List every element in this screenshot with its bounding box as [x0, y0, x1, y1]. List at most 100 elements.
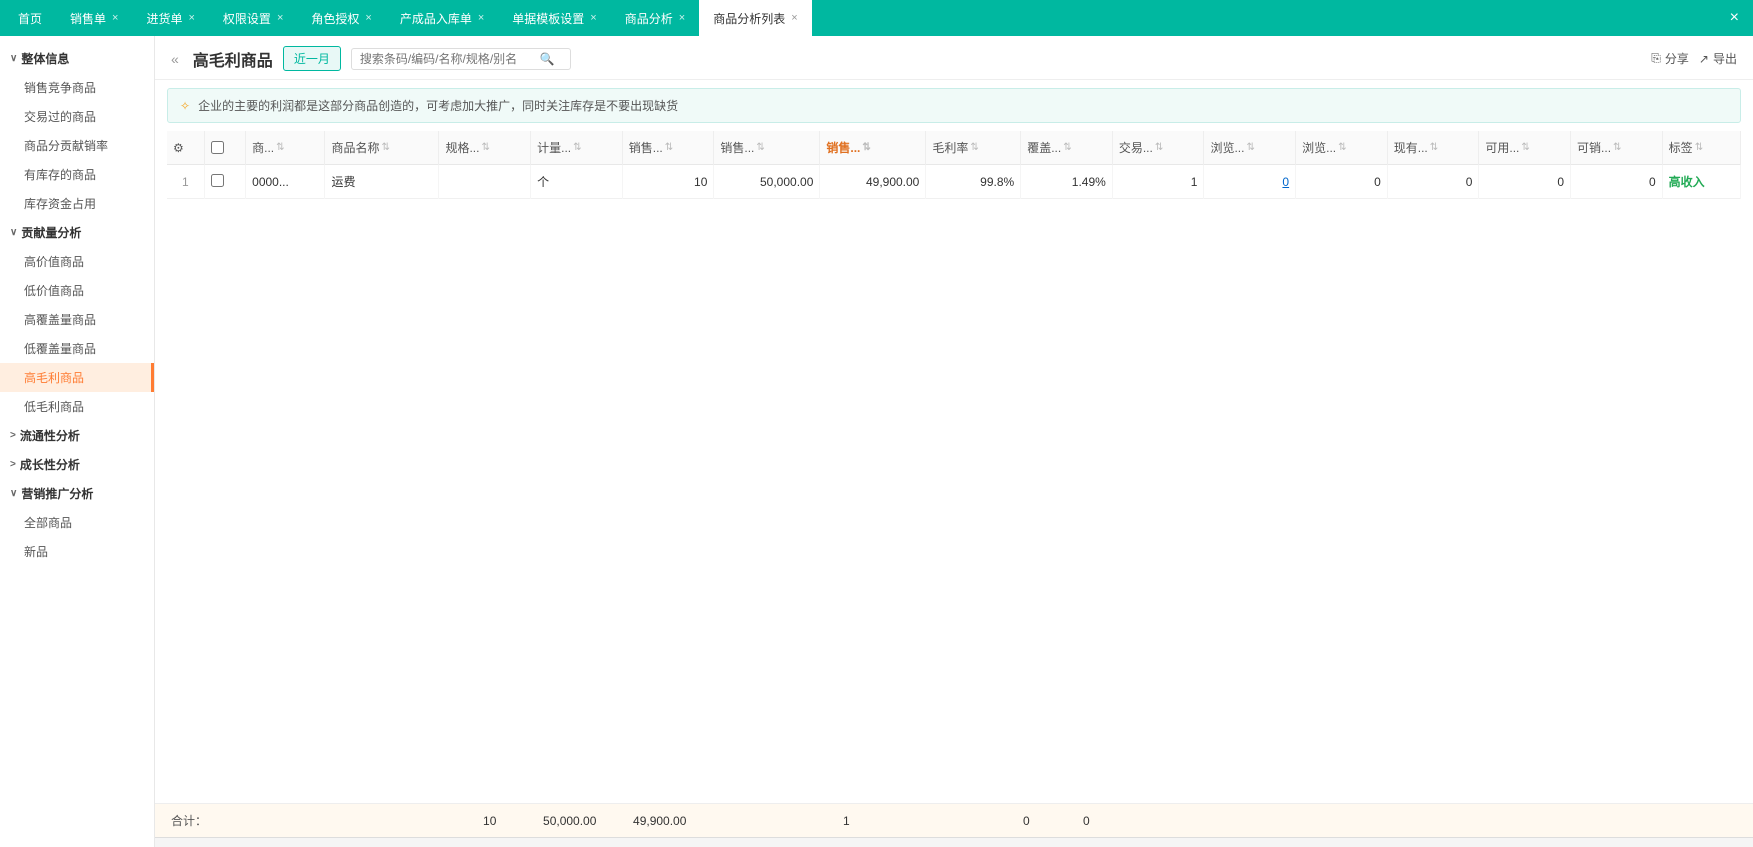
sidebar-item-low-value[interactable]: 低价值商品: [0, 276, 154, 305]
col-sales-qty[interactable]: 销售...⇅: [622, 131, 714, 165]
close-icon[interactable]: ×: [188, 12, 194, 24]
footer-sales-amount: 50,000.00: [537, 814, 627, 828]
sort-icon: ⇅: [1155, 142, 1163, 153]
close-icon[interactable]: ×: [478, 12, 484, 24]
nav-home[interactable]: 首页: [4, 0, 56, 36]
close-icon[interactable]: ×: [277, 12, 283, 24]
footer-trans-count: 1: [837, 814, 897, 828]
sort-icon: ⇅: [1430, 142, 1438, 153]
sidebar-group-liquidity[interactable]: > 流通性分析: [0, 421, 154, 450]
search-input[interactable]: [360, 52, 540, 66]
sort-icon: ⇅: [1521, 142, 1529, 153]
nav-purchase[interactable]: 进货单 ×: [132, 0, 208, 36]
info-banner: ✧ 企业的主要的利润都是这部分商品创造的，可考虑加大推广，同时关注库存是不要出现…: [167, 88, 1741, 123]
col-stock-current[interactable]: 现有...⇅: [1387, 131, 1479, 165]
sidebar-item-high-value[interactable]: 高价值商品: [0, 247, 154, 276]
sort-icon: ⇅: [573, 142, 581, 153]
col-name[interactable]: 商品名称⇅: [325, 131, 439, 165]
row-sales-cost: 49,900.00: [820, 165, 926, 199]
chevron-down-icon: ∨: [10, 53, 17, 64]
sort-icon: ⇅: [756, 142, 764, 153]
table-row: 1 0000... 运费 个 10 50,000.00 49,900.00 99…: [167, 165, 1741, 199]
nav-sales[interactable]: 销售单 ×: [56, 0, 132, 36]
search-box: 🔍: [351, 48, 571, 70]
sidebar-collapse-button[interactable]: «: [171, 51, 179, 67]
col-stock-sellable[interactable]: 可销...⇅: [1571, 131, 1663, 165]
col-sales-cost[interactable]: 销售...⇅: [820, 131, 926, 165]
chevron-down-icon: ∨: [10, 227, 17, 238]
footer-label: 合计：: [171, 812, 207, 829]
row-checkbox[interactable]: [204, 165, 246, 199]
header-actions: ⎘ 分享 ↗ 导出: [1651, 50, 1737, 67]
close-icon[interactable]: ×: [679, 12, 685, 24]
row-views1[interactable]: 0: [1204, 165, 1296, 199]
content-area: « 高毛利商品 近一月 🔍 ⎘ 分享 ↗ 导出 ✧ 企业的主要的利润都是这部: [155, 36, 1753, 847]
search-icon[interactable]: 🔍: [540, 52, 555, 66]
col-spec[interactable]: 规格...⇅: [439, 131, 531, 165]
sidebar-item-low-coverage[interactable]: 低覆盖量商品: [0, 334, 154, 363]
page-title: 高毛利商品: [193, 47, 273, 71]
col-code[interactable]: 商...⇅: [246, 131, 325, 165]
sidebar-item-high-margin[interactable]: 高毛利商品: [0, 363, 154, 392]
col-gross-margin[interactable]: 毛利率⇅: [926, 131, 1021, 165]
chevron-right-icon: >: [10, 430, 16, 441]
nav-product-inbound[interactable]: 产成品入库单 ×: [386, 0, 498, 36]
sidebar-item-sales-competition[interactable]: 销售竞争商品: [0, 73, 154, 102]
row-unit: 个: [531, 165, 623, 199]
col-settings[interactable]: ⚙: [167, 131, 204, 165]
sidebar-item-all-products[interactable]: 全部商品: [0, 508, 154, 537]
sidebar-group-growth[interactable]: > 成长性分析: [0, 450, 154, 479]
share-button[interactable]: ⎘ 分享: [1651, 50, 1689, 67]
nav-product-analysis[interactable]: 商品分析 ×: [611, 0, 699, 36]
share-icon: ⎘: [1651, 51, 1661, 66]
sidebar-group-overall[interactable]: ∨ 整体信息: [0, 44, 154, 73]
sidebar-item-new-products[interactable]: 新品: [0, 537, 154, 566]
close-icon[interactable]: ×: [365, 12, 371, 24]
sort-icon: ⇅: [1613, 142, 1621, 153]
export-button[interactable]: ↗ 导出: [1699, 50, 1737, 67]
sidebar-item-high-coverage[interactable]: 高覆盖量商品: [0, 305, 154, 334]
sort-icon: ⇅: [862, 142, 870, 153]
col-sales-amount[interactable]: 销售...⇅: [714, 131, 820, 165]
sort-icon: ⇅: [970, 142, 978, 153]
data-table: ⚙ 商...⇅ 商品名称⇅ 规格...⇅: [167, 131, 1741, 199]
nav-permissions[interactable]: 权限设置 ×: [209, 0, 297, 36]
footer-stock-available: 0: [1077, 814, 1137, 828]
filter-recent-month-button[interactable]: 近一月: [283, 46, 341, 71]
row-stock-current: 0: [1387, 165, 1479, 199]
row-sales-qty: 10: [622, 165, 714, 199]
table-header-row: ⚙ 商...⇅ 商品名称⇅ 规格...⇅: [167, 131, 1741, 165]
row-name: 运费: [325, 165, 439, 199]
close-icon[interactable]: ×: [791, 12, 797, 24]
col-tag[interactable]: 标签⇅: [1662, 131, 1740, 165]
close-icon[interactable]: ×: [112, 12, 118, 24]
select-all-checkbox[interactable]: [211, 141, 224, 154]
sidebar-group-marketing[interactable]: ∨ 营销推广分析: [0, 479, 154, 508]
close-icon[interactable]: ×: [590, 12, 596, 24]
sidebar-item-low-margin[interactable]: 低毛利商品: [0, 392, 154, 421]
sidebar-item-contribution-rate[interactable]: 商品分贡献销率: [0, 131, 154, 160]
row-stock-available: 0: [1479, 165, 1571, 199]
nav-template[interactable]: 单据模板设置 ×: [498, 0, 610, 36]
sidebar-item-in-stock[interactable]: 有库存的商品: [0, 160, 154, 189]
top-nav: 首页 销售单 × 进货单 × 权限设置 × 角色授权 × 产成品入库单 × 单据…: [0, 0, 1753, 36]
bottom-scrollbar[interactable]: [155, 837, 1753, 847]
col-trans-count[interactable]: 交易...⇅: [1112, 131, 1204, 165]
col-coverage[interactable]: 覆盖...⇅: [1021, 131, 1113, 165]
info-icon: ✧: [180, 99, 190, 113]
nav-product-analysis-list[interactable]: 商品分析列表 ×: [699, 0, 811, 36]
row-views2: 0: [1296, 165, 1388, 199]
content-header: « 高毛利商品 近一月 🔍 ⎘ 分享 ↗ 导出: [155, 36, 1753, 80]
close-all-button[interactable]: ×: [1720, 9, 1749, 27]
col-stock-available[interactable]: 可用...⇅: [1479, 131, 1571, 165]
sidebar-item-traded[interactable]: 交易过的商品: [0, 102, 154, 131]
col-unit[interactable]: 计量...⇅: [531, 131, 623, 165]
col-checkbox[interactable]: [204, 131, 246, 165]
sidebar-item-stock-funds[interactable]: 库存资金占用: [0, 189, 154, 218]
col-views2[interactable]: 浏览...⇅: [1296, 131, 1388, 165]
col-views1[interactable]: 浏览...⇅: [1204, 131, 1296, 165]
nav-roles[interactable]: 角色授权 ×: [297, 0, 385, 36]
sidebar-group-contribution[interactable]: ∨ 贡献量分析: [0, 218, 154, 247]
row-tag: 高收入: [1662, 165, 1740, 199]
main-layout: ∨ 整体信息 销售竞争商品 交易过的商品 商品分贡献销率 有库存的商品 库存资金…: [0, 36, 1753, 847]
